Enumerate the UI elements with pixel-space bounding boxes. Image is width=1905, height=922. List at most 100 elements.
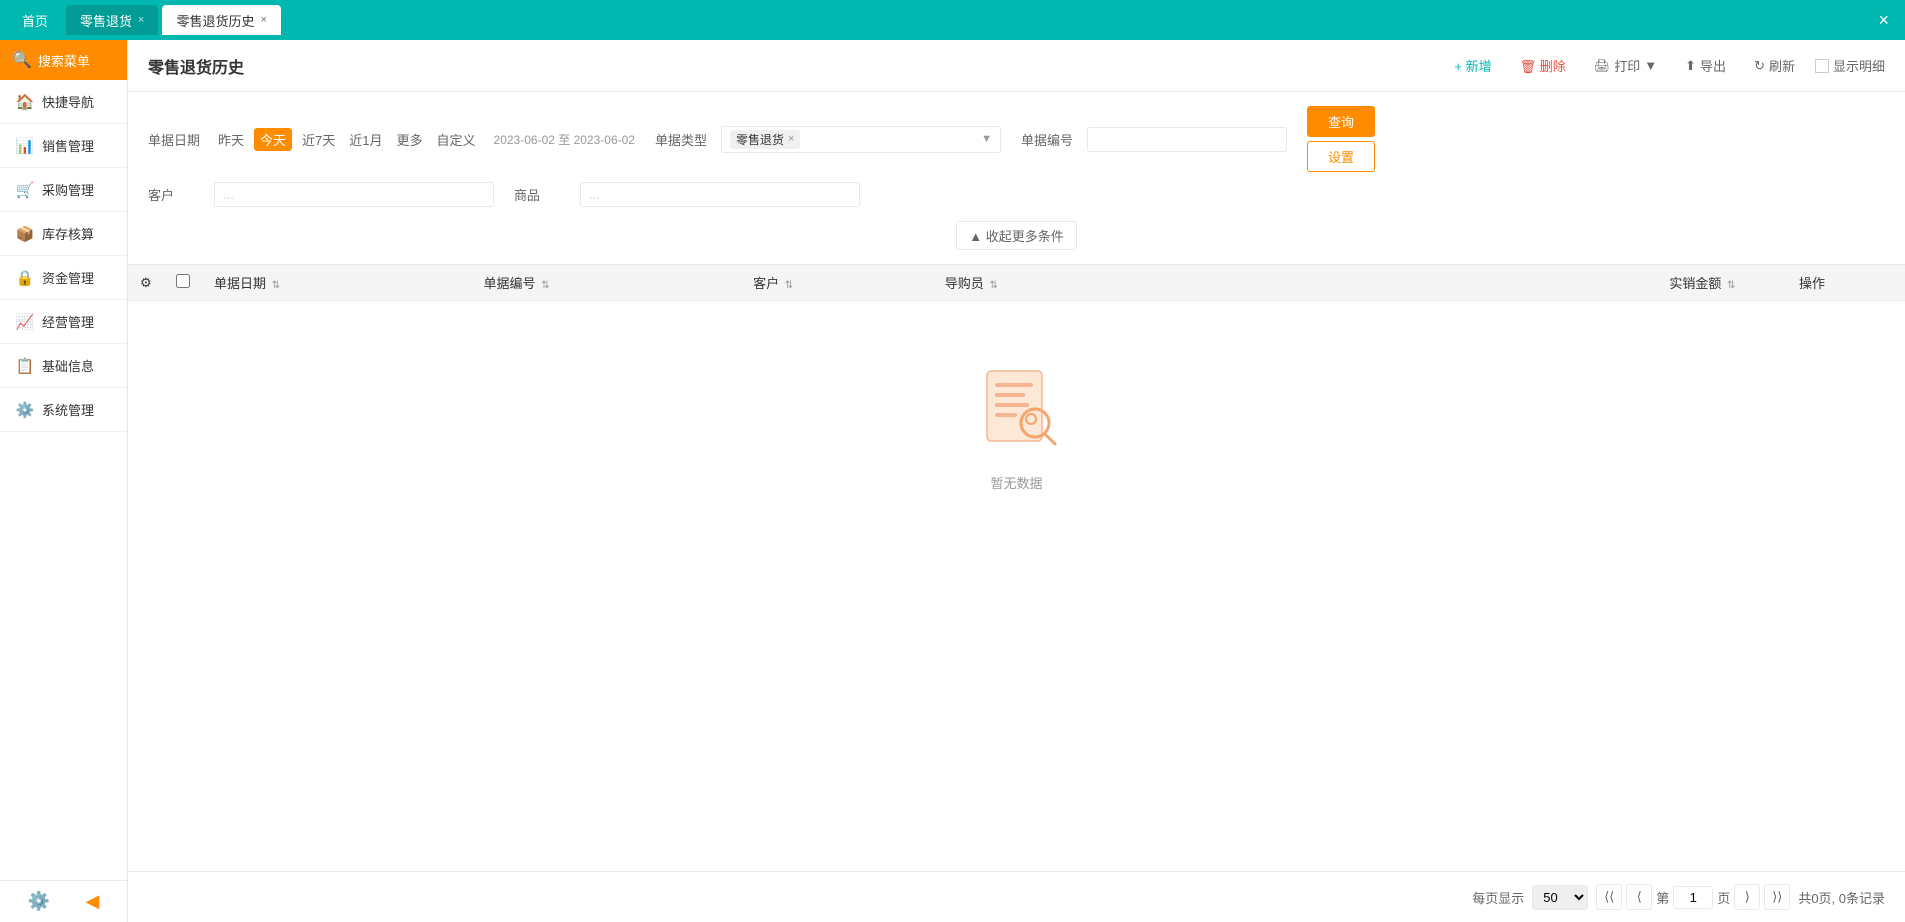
tab-retail-return-history-close[interactable]: ×	[260, 14, 266, 26]
sort-customer-icon: ⇅	[785, 280, 793, 291]
table-header-voucher-no[interactable]: 单据编号 ⇅	[472, 265, 742, 301]
table-header-row: ⚙ 单据日期 ⇅ 单据编号 ⇅ 客户	[128, 265, 1905, 301]
page-label: 第	[1656, 888, 1669, 907]
data-table: ⚙ 单据日期 ⇅ 单据编号 ⇅ 客户	[128, 265, 1905, 552]
top-bar: 首页 零售退货 × 零售退货历史 × ×	[0, 0, 1905, 40]
tab-retail-return-close[interactable]: ×	[138, 14, 144, 26]
type-filter-container[interactable]: 零售退货 × ▼	[721, 126, 1001, 153]
date-option-more[interactable]: 更多	[393, 128, 427, 151]
filter-action-buttons: 查询 设置	[1307, 106, 1375, 172]
sort-amount-icon: ⇅	[1727, 280, 1735, 291]
sort-date-icon: ⇅	[272, 280, 280, 291]
table-header-date[interactable]: 单据日期 ⇅	[202, 265, 472, 301]
table-header-actions-label: 操作	[1799, 276, 1825, 291]
filter-area: 单据日期 昨天 今天 近7天 近1月 更多 自定义 2023-06-02 至 2…	[128, 92, 1905, 265]
table-checkbox-col	[164, 265, 202, 301]
type-filter-tag: 零售退货 ×	[730, 130, 800, 149]
show-detail-toggle[interactable]: 显示明细	[1815, 56, 1885, 75]
first-page-button[interactable]: ⟨⟨	[1596, 884, 1622, 910]
date-range-display: 2023-06-02 至 2023-06-02	[494, 131, 635, 148]
system-icon: ⚙️	[16, 401, 34, 419]
tab-retail-return-history-label: 零售退货历史	[176, 11, 254, 30]
settings-bottom-icon[interactable]: ⚙️	[28, 891, 50, 912]
date-option-today[interactable]: 今天	[254, 128, 292, 151]
table-header-guide-label: 导购员	[945, 276, 984, 291]
date-options: 昨天 今天 近7天 近1月 更多 自定义	[214, 128, 480, 151]
export-icon: ⬆	[1685, 58, 1696, 74]
print-label: 打印	[1614, 56, 1640, 75]
goods-filter-input[interactable]: ...	[580, 182, 860, 207]
type-filter-tag-close[interactable]: ×	[788, 133, 794, 145]
goods-filter-group: 商品 ...	[514, 182, 860, 207]
print-icon: 🖨	[1594, 58, 1611, 74]
empty-icon	[967, 361, 1067, 461]
sort-voucher-icon: ⇅	[541, 280, 549, 291]
sidebar-bottom: ⚙️ ◀	[0, 880, 127, 922]
sidebar-item-purchase-label: 采购管理	[42, 180, 94, 199]
sidebar-item-basic-info-label: 基础信息	[42, 356, 94, 375]
export-label: 导出	[1700, 56, 1726, 75]
sidebar-item-sales[interactable]: 📊 销售管理	[0, 124, 127, 168]
sidebar-item-system[interactable]: ⚙️ 系统管理	[0, 388, 127, 432]
table-header-customer[interactable]: 客户 ⇅	[741, 265, 933, 301]
sidebar-item-finance-label: 资金管理	[42, 268, 94, 287]
home-icon: 🏠	[16, 93, 34, 111]
sidebar-item-finance[interactable]: 🔒 资金管理	[0, 256, 127, 300]
export-button[interactable]: ⬆ 导出	[1677, 52, 1734, 79]
table-header-guide[interactable]: 导购员 ⇅	[933, 265, 1164, 301]
sort-guide-icon: ⇅	[989, 280, 997, 291]
print-dropdown-icon: ▼	[1644, 58, 1657, 73]
empty-state-row: 暂无数据	[128, 301, 1905, 553]
page-title: 零售退货历史	[148, 54, 244, 78]
tab-retail-return-history[interactable]: 零售退货历史 ×	[162, 5, 280, 35]
table-header-amount-label: 实销金额	[1669, 276, 1721, 291]
sidebar-item-basic-info[interactable]: 📋 基础信息	[0, 344, 127, 388]
sidebar-item-inventory[interactable]: 📦 库存核算	[0, 212, 127, 256]
date-option-1month[interactable]: 近1月	[345, 128, 386, 151]
date-filter-group: 单据日期 昨天 今天 近7天 近1月 更多 自定义 2023-06-02 至 2…	[148, 128, 635, 151]
sidebar-item-purchase[interactable]: 🛒 采购管理	[0, 168, 127, 212]
sidebar-item-quick-nav[interactable]: 🏠 快捷导航	[0, 80, 127, 124]
sidebar-search[interactable]: 🔍 搜索菜单	[0, 40, 127, 80]
refresh-button[interactable]: ↻ 刷新	[1746, 52, 1803, 79]
basic-info-icon: 📋	[16, 357, 34, 375]
type-dropdown-arrow[interactable]: ▼	[981, 133, 992, 145]
window-close-button[interactable]: ×	[1870, 10, 1897, 31]
prev-page-button[interactable]: ⟨	[1626, 884, 1652, 910]
voucher-no-input[interactable]	[1087, 127, 1287, 152]
table-header-customer-label: 客户	[753, 276, 779, 291]
type-filter-label: 单据类型	[655, 130, 711, 149]
table-select-all-checkbox[interactable]	[176, 274, 190, 288]
table-settings-col[interactable]: ⚙	[128, 265, 164, 301]
sidebar-search-label: 搜索菜单	[38, 51, 90, 70]
new-button[interactable]: + 新增	[1446, 52, 1499, 79]
set-button[interactable]: 设置	[1307, 141, 1375, 172]
query-button[interactable]: 查询	[1307, 106, 1375, 137]
tab-home[interactable]: 首页	[8, 5, 62, 35]
filter-row-2: 客户 ... 商品 ...	[148, 182, 1885, 207]
per-page-label: 每页显示	[1472, 888, 1524, 907]
date-option-7days[interactable]: 近7天	[298, 128, 339, 151]
print-button[interactable]: 🖨 打印 ▼	[1586, 52, 1665, 79]
sales-icon: 📊	[16, 137, 34, 155]
show-detail-checkbox[interactable]	[1815, 59, 1829, 73]
delete-button[interactable]: 🗑 删除	[1512, 52, 1574, 79]
pagination: 每页显示 50 10 20 100 ⟨⟨ ⟨ 第 页 ⟩ ⟩⟩ 共0页, 0条记…	[128, 871, 1905, 922]
sidebar: 🔍 搜索菜单 🏠 快捷导航 📊 销售管理 🛒 采购管理 📦 库存核算 🔒 资金管…	[0, 40, 128, 922]
voucher-no-label: 单据编号	[1021, 130, 1077, 149]
sidebar-item-operations[interactable]: 📈 经营管理	[0, 300, 127, 344]
last-page-button[interactable]: ⟩⟩	[1764, 884, 1790, 910]
tab-retail-return[interactable]: 零售退货 ×	[66, 5, 158, 35]
per-page-select[interactable]: 50 10 20 100	[1532, 885, 1588, 910]
search-icon: 🔍	[12, 50, 32, 70]
customer-filter-input[interactable]: ...	[214, 182, 494, 207]
page-number-input[interactable]	[1673, 886, 1713, 909]
customer-placeholder: ...	[223, 187, 234, 202]
filter-row-1: 单据日期 昨天 今天 近7天 近1月 更多 自定义 2023-06-02 至 2…	[148, 106, 1885, 172]
date-option-custom[interactable]: 自定义	[433, 128, 480, 151]
date-option-yesterday[interactable]: 昨天	[214, 128, 248, 151]
collapse-sidebar-icon[interactable]: ◀	[85, 891, 99, 912]
type-filter-group: 单据类型 零售退货 × ▼	[655, 126, 1001, 153]
next-page-button[interactable]: ⟩	[1734, 884, 1760, 910]
collapse-filter-button[interactable]: ▲ 收起更多条件	[956, 221, 1076, 250]
